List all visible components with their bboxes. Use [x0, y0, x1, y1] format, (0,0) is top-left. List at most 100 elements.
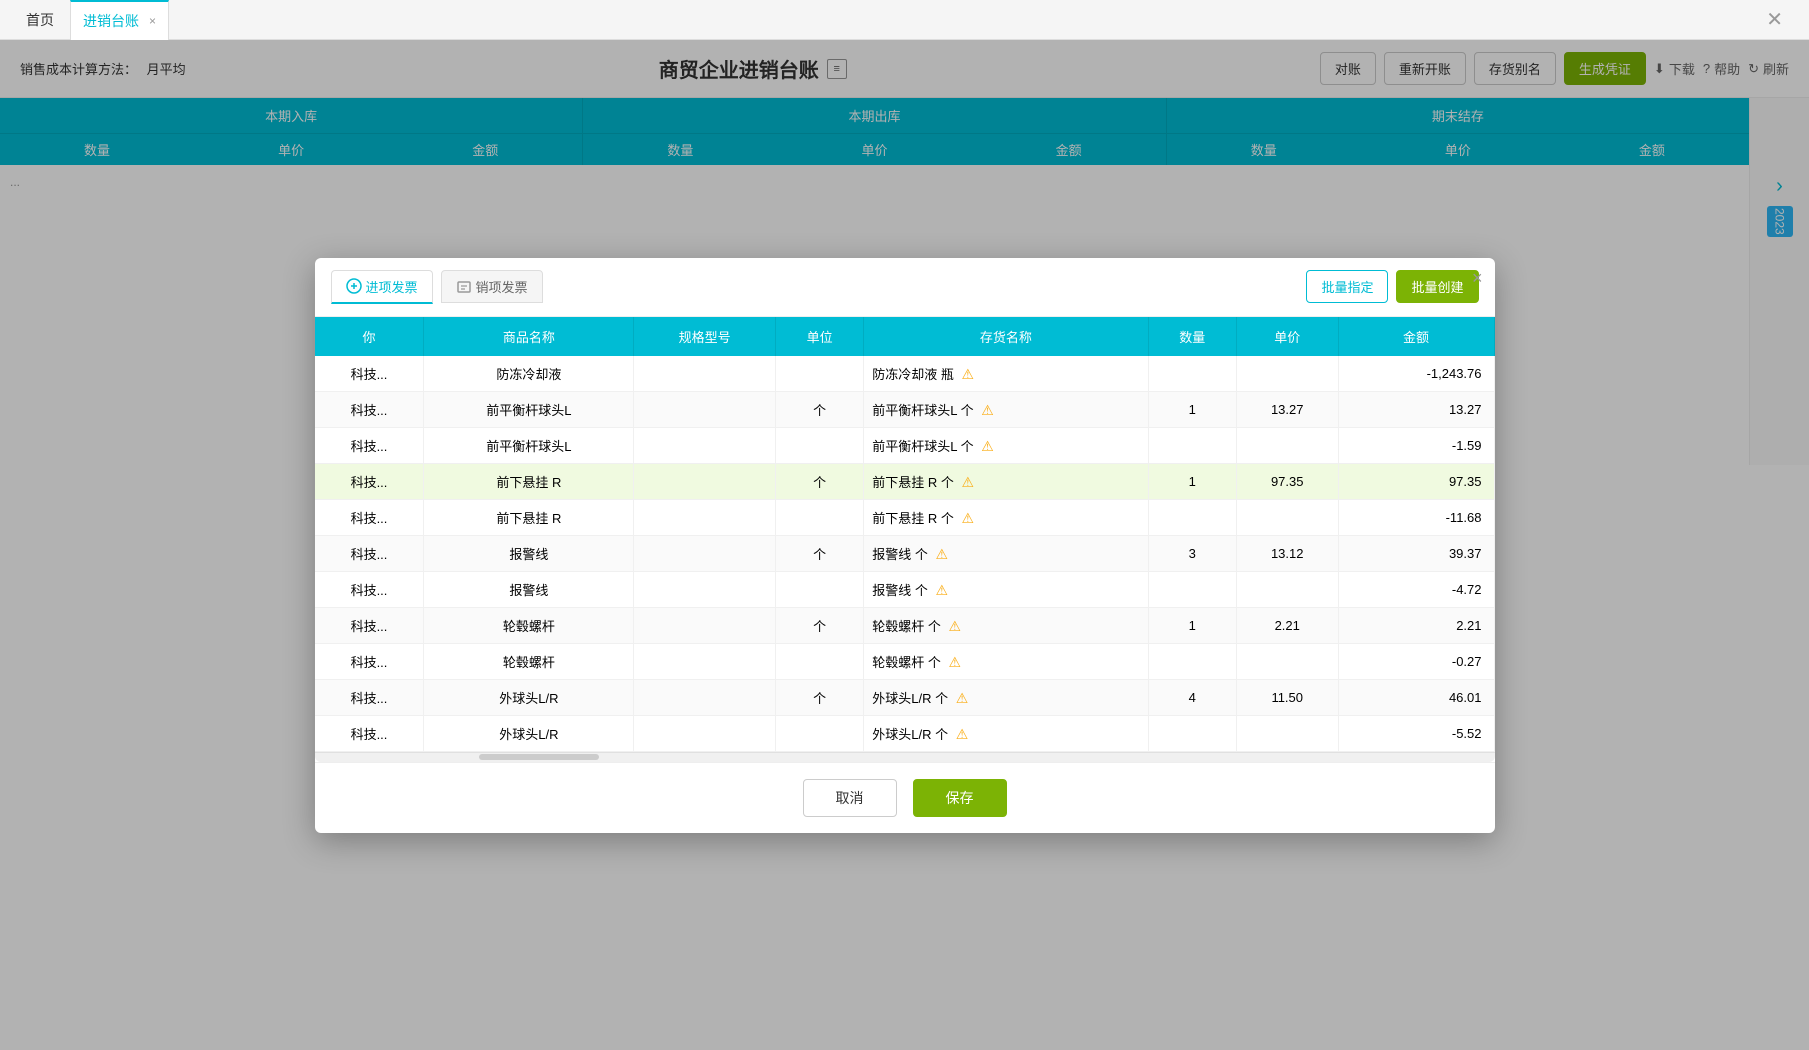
warning-icon: ⚠	[948, 618, 961, 634]
cell-product: 外球头L/R	[424, 679, 634, 715]
cell-amount: -4.72	[1338, 571, 1494, 607]
btn-cancel[interactable]: 取消	[803, 779, 897, 817]
cell-amount: 97.35	[1338, 463, 1494, 499]
cell-company: 科技...	[315, 571, 424, 607]
btn-save[interactable]: 保存	[913, 779, 1007, 817]
cell-unit-price	[1236, 356, 1338, 392]
warning-icon: ⚠	[956, 690, 969, 706]
cell-amount: 46.01	[1338, 679, 1494, 715]
cell-amount: 13.27	[1338, 391, 1494, 427]
modal-footer: 取消 保存	[315, 762, 1495, 833]
cell-product: 防冻冷却液	[424, 356, 634, 392]
cell-unit-price	[1236, 571, 1338, 607]
tab-sales-invoice[interactable]: 销项发票	[441, 270, 543, 303]
table-row[interactable]: 科技... 轮毂螺杆 轮毂螺杆 个 ⚠ -0.27	[315, 643, 1495, 679]
cell-spec	[634, 679, 776, 715]
cell-inventory: 报警线 个 ⚠	[864, 535, 1148, 571]
cell-product: 前平衡杆球头L	[424, 391, 634, 427]
invoice-icon	[346, 278, 362, 294]
scrollbar-thumb[interactable]	[479, 754, 599, 760]
warning-icon: ⚠	[935, 582, 948, 598]
table-row[interactable]: 科技... 前平衡杆球头L 前平衡杆球头L 个 ⚠ -1.59	[315, 427, 1495, 463]
modal-close-btn[interactable]: ×	[1472, 268, 1483, 289]
tab-purchase-invoice[interactable]: 进项发票	[331, 270, 433, 304]
warning-icon: ⚠	[961, 366, 974, 382]
col-product-name: 商品名称	[424, 317, 634, 356]
table-row[interactable]: 科技... 前下悬挂 R 前下悬挂 R 个 ⚠ -11.68	[315, 499, 1495, 535]
table-row[interactable]: 科技... 轮毂螺杆 个 轮毂螺杆 个 ⚠ 1 2.21 2.21	[315, 607, 1495, 643]
cell-qty	[1148, 643, 1236, 679]
cell-company: 科技...	[315, 463, 424, 499]
cell-qty	[1148, 715, 1236, 751]
btn-batch-create[interactable]: 批量创建	[1396, 270, 1478, 303]
table-row[interactable]: 科技... 外球头L/R 个 外球头L/R 个 ⚠ 4 11.50 46.01	[315, 679, 1495, 715]
table-row[interactable]: 科技... 报警线 个 报警线 个 ⚠ 3 13.12 39.37	[315, 535, 1495, 571]
modal-table-wrap[interactable]: 你 商品名称 规格型号 单位 存货名称 数量 单价 金额 科技... 防冻冷却液	[315, 317, 1495, 752]
cell-unit-price	[1236, 499, 1338, 535]
window-close-btn[interactable]: ✕	[1750, 7, 1799, 32]
cell-unit: 个	[775, 607, 863, 643]
table-header-row: 你 商品名称 规格型号 单位 存货名称 数量 单价 金额	[315, 317, 1495, 356]
col-company: 你	[315, 317, 424, 356]
cell-unit	[775, 356, 863, 392]
tab-active[interactable]: 进销台账 ×	[70, 0, 169, 40]
cell-spec	[634, 391, 776, 427]
cell-qty	[1148, 499, 1236, 535]
cell-qty	[1148, 427, 1236, 463]
cell-unit-price	[1236, 643, 1338, 679]
cell-inventory: 轮毂螺杆 个 ⚠	[864, 607, 1148, 643]
tab-close-btn[interactable]: ×	[149, 1, 156, 41]
table-row[interactable]: 科技... 报警线 报警线 个 ⚠ -4.72	[315, 571, 1495, 607]
cell-inventory: 前下悬挂 R 个 ⚠	[864, 463, 1148, 499]
cell-qty: 1	[1148, 607, 1236, 643]
cell-spec	[634, 535, 776, 571]
cell-unit	[775, 571, 863, 607]
cell-amount: -1.59	[1338, 427, 1494, 463]
cell-unit	[775, 499, 863, 535]
cell-product: 报警线	[424, 535, 634, 571]
warning-icon: ⚠	[981, 438, 994, 454]
cell-qty	[1148, 356, 1236, 392]
cell-inventory: 前下悬挂 R 个 ⚠	[864, 499, 1148, 535]
cell-unit-price	[1236, 427, 1338, 463]
table-row[interactable]: 科技... 前下悬挂 R 个 前下悬挂 R 个 ⚠ 1 97.35 97.35	[315, 463, 1495, 499]
cell-spec	[634, 356, 776, 392]
cell-unit-price	[1236, 715, 1338, 751]
cell-company: 科技...	[315, 643, 424, 679]
col-unit: 单位	[775, 317, 863, 356]
tab-bar: 首页 进销台账 × ✕	[0, 0, 1809, 40]
cell-amount: -5.52	[1338, 715, 1494, 751]
cell-company: 科技...	[315, 427, 424, 463]
tab-home[interactable]: 首页	[10, 0, 70, 40]
cell-company: 科技...	[315, 356, 424, 392]
cell-spec	[634, 463, 776, 499]
cell-product: 轮毂螺杆	[424, 643, 634, 679]
modal-dialog: 进项发票 销项发票 批量指定 批量创建 × 你	[315, 258, 1495, 833]
main-area: 销售成本计算方法： 月平均 商贸企业进销台账 ≡ 对账 重新开账 存货别名 生成…	[0, 40, 1809, 1050]
cell-unit: 个	[775, 679, 863, 715]
table-row[interactable]: 科技... 防冻冷却液 防冻冷却液 瓶 ⚠ -1,243.76	[315, 356, 1495, 392]
cell-product: 前平衡杆球头L	[424, 427, 634, 463]
cell-unit: 个	[775, 463, 863, 499]
btn-batch-assign[interactable]: 批量指定	[1306, 270, 1388, 303]
cell-product: 前下悬挂 R	[424, 499, 634, 535]
cell-unit: 个	[775, 535, 863, 571]
modal-scrollbar[interactable]	[315, 752, 1495, 762]
cell-inventory: 外球头L/R 个 ⚠	[864, 679, 1148, 715]
cell-amount: -11.68	[1338, 499, 1494, 535]
col-spec: 规格型号	[634, 317, 776, 356]
col-qty: 数量	[1148, 317, 1236, 356]
cell-qty: 4	[1148, 679, 1236, 715]
cell-unit: 个	[775, 391, 863, 427]
cell-unit	[775, 427, 863, 463]
table-row[interactable]: 科技... 前平衡杆球头L 个 前平衡杆球头L 个 ⚠ 1 13.27 13.2…	[315, 391, 1495, 427]
cell-amount: 39.37	[1338, 535, 1494, 571]
modal-table-body: 科技... 防冻冷却液 防冻冷却液 瓶 ⚠ -1,243.76 科技... 前平…	[315, 356, 1495, 752]
cell-inventory: 报警线 个 ⚠	[864, 571, 1148, 607]
table-row[interactable]: 科技... 外球头L/R 外球头L/R 个 ⚠ -5.52	[315, 715, 1495, 751]
col-inventory-name: 存货名称	[864, 317, 1148, 356]
cell-qty: 1	[1148, 463, 1236, 499]
cell-unit	[775, 643, 863, 679]
cell-inventory: 前平衡杆球头L 个 ⚠	[864, 391, 1148, 427]
col-unit-price: 单价	[1236, 317, 1338, 356]
